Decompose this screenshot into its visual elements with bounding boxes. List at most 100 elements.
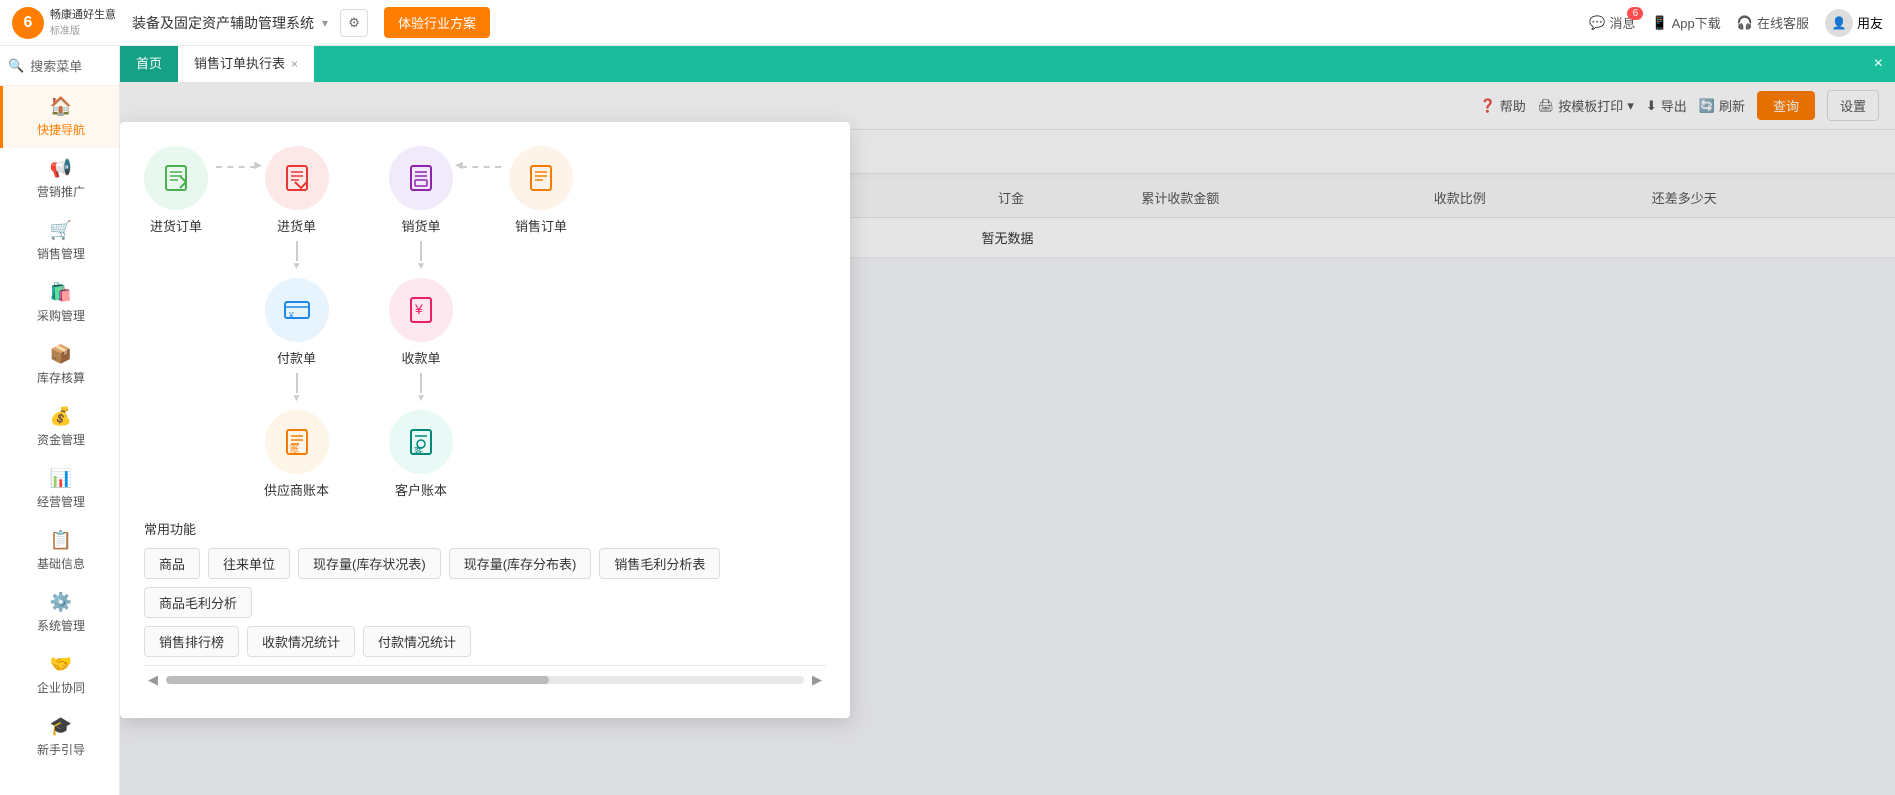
sidebar-item-inventory[interactable]: 📦 库存核算 bbox=[0, 334, 119, 396]
main-layout: 🔍 搜索菜单 🏠 快捷导航 📢 营销推广 🛒 销售管理 🛍️ 采购管理 📦 库存… bbox=[0, 46, 1895, 795]
func-btn-receipt-stat[interactable]: 收款情况统计 bbox=[247, 626, 355, 657]
sales-bill-circle bbox=[389, 146, 453, 210]
customer-ledger-label: 客户账本 bbox=[395, 480, 447, 499]
sidebar-item-marketing[interactable]: 📢 营销推广 bbox=[0, 148, 119, 210]
flow-diagram: 进货订单 ▶ bbox=[144, 146, 826, 499]
tab-bar-close-icon[interactable]: × bbox=[1862, 55, 1895, 73]
page-content: ❓ 帮助 🖨 按模板打印 ▾ ⬇ 导出 🔄 刷新 查询 设置 bbox=[120, 82, 1895, 795]
logo-text-line1: 畅康通好生意 bbox=[50, 8, 116, 22]
header-right: 💬 消息 6 📱 App下载 🎧 在线客服 👤 用友 bbox=[1589, 9, 1883, 37]
newbie-icon: 🎓 bbox=[50, 716, 72, 737]
func-btn-partner[interactable]: 往来单位 bbox=[208, 548, 290, 579]
top-header: 6 畅康通好生意 标准版 装备及固定资产辅助管理系统 ▾ ⚙ 体验行业方案 💬 … bbox=[0, 0, 1895, 46]
supplier-ledger-circle: 账 bbox=[265, 410, 329, 474]
arrow-v-4: ▼ bbox=[416, 367, 426, 410]
customer-ledger-circle: 客 bbox=[389, 410, 453, 474]
scroll-track[interactable] bbox=[166, 676, 804, 684]
user-label: 用友 bbox=[1857, 13, 1883, 32]
scroll-right-icon[interactable]: ▶ bbox=[808, 672, 826, 688]
func-btn-sales-profit[interactable]: 销售毛利分析表 bbox=[599, 548, 720, 579]
sales-bill-label: 销货单 bbox=[402, 216, 441, 235]
sales-order-circle bbox=[509, 146, 573, 210]
flow-node-receipt-bill[interactable]: ¥ 收款单 bbox=[389, 278, 453, 367]
sidebar-item-newbie[interactable]: 🎓 新手引导 bbox=[0, 706, 119, 768]
purchase-bill-icon bbox=[281, 162, 313, 194]
popup-overlay[interactable]: 进货订单 ▶ bbox=[120, 82, 1895, 795]
flow-node-customer-ledger[interactable]: 客 客户账本 bbox=[389, 410, 453, 499]
inventory-icon: 📦 bbox=[50, 344, 72, 365]
flow-node-sales-order[interactable]: 销售订单 bbox=[509, 146, 573, 235]
flow-col-1: 进货订单 bbox=[144, 146, 208, 235]
content-area: 首页 销售订单执行表 × × ❓ 帮助 🖨 按模板打印 ▾ bbox=[120, 46, 1895, 795]
func-btn-goods-profit[interactable]: 商品毛利分析 bbox=[144, 587, 252, 618]
payment-bill-icon: ¥ bbox=[281, 294, 313, 326]
flow-node-purchase-bill[interactable]: 进货单 bbox=[265, 146, 329, 235]
sidebar-item-label-finance: 资金管理 bbox=[37, 431, 85, 448]
flow-col-2: 进货单 ▼ bbox=[264, 146, 329, 499]
flow-node-payment-bill[interactable]: ¥ 付款单 bbox=[265, 278, 329, 367]
system-icon: ⚙️ bbox=[50, 592, 72, 613]
home-icon: 🏠 bbox=[50, 96, 72, 117]
purchase-bill-label: 进货单 bbox=[277, 216, 316, 235]
system-title-area: 装备及固定资产辅助管理系统 ▾ ⚙ 体验行业方案 bbox=[132, 7, 1589, 38]
sidebar-item-basic[interactable]: 📋 基础信息 bbox=[0, 520, 119, 582]
receipt-bill-circle: ¥ bbox=[389, 278, 453, 342]
sidebar-item-label-enterprise: 企业协同 bbox=[37, 679, 85, 696]
func-btn-stock-status[interactable]: 现存量(库存状况表) bbox=[298, 548, 441, 579]
sales-icon: 🛒 bbox=[50, 220, 72, 241]
phone-icon: 📱 bbox=[1651, 15, 1667, 31]
app-download-button[interactable]: 📱 App下载 bbox=[1651, 13, 1720, 32]
sidebar-item-operation[interactable]: 📊 经营管理 bbox=[0, 458, 119, 520]
flow-col-4: 销售订单 bbox=[509, 146, 573, 235]
sidebar-item-label-basic: 基础信息 bbox=[37, 555, 85, 572]
sidebar-item-sales[interactable]: 🛒 销售管理 bbox=[0, 210, 119, 272]
tab-close-icon[interactable]: × bbox=[291, 46, 298, 82]
flow-node-purchase-order[interactable]: 进货订单 bbox=[144, 146, 208, 235]
sidebar-item-label-newbie: 新手引导 bbox=[37, 741, 85, 758]
purchase-order-label: 进货订单 bbox=[150, 216, 202, 235]
func-btn-sales-rank[interactable]: 销售排行榜 bbox=[144, 626, 239, 657]
receipt-bill-icon: ¥ bbox=[405, 294, 437, 326]
func-buttons-row-2: 销售排行榜 收款情况统计 付款情况统计 bbox=[144, 626, 826, 657]
message-badge: 6 bbox=[1627, 7, 1643, 20]
user-area[interactable]: 👤 用友 bbox=[1825, 9, 1883, 37]
logo-icon: 6 bbox=[12, 7, 44, 39]
sidebar-item-system[interactable]: ⚙️ 系统管理 bbox=[0, 582, 119, 644]
online-service-button[interactable]: 🎧 在线客服 bbox=[1737, 13, 1809, 32]
search-menu-label: 搜索菜单 bbox=[30, 56, 82, 75]
supplier-ledger-icon: 账 bbox=[281, 426, 313, 458]
marketing-icon: 📢 bbox=[50, 158, 72, 179]
search-menu-button[interactable]: 🔍 搜索菜单 bbox=[0, 46, 119, 86]
popup-box: 进货订单 ▶ bbox=[120, 122, 850, 718]
sidebar-item-enterprise[interactable]: 🤝 企业协同 bbox=[0, 644, 119, 706]
tab-sales-order[interactable]: 销售订单执行表 × bbox=[178, 46, 314, 82]
func-btn-payment-stat[interactable]: 付款情况统计 bbox=[363, 626, 471, 657]
tab-home[interactable]: 首页 bbox=[120, 46, 178, 82]
sidebar-item-purchase[interactable]: 🛍️ 采购管理 bbox=[0, 272, 119, 334]
sidebar-item-finance[interactable]: 💰 资金管理 bbox=[0, 396, 119, 458]
logo-area: 6 畅康通好生意 标准版 bbox=[12, 7, 132, 39]
svg-text:¥: ¥ bbox=[414, 301, 423, 317]
sidebar-item-label-marketing: 营销推广 bbox=[37, 183, 85, 200]
purchase-bill-circle bbox=[265, 146, 329, 210]
sidebar-item-label-sales: 销售管理 bbox=[37, 245, 85, 262]
purchase-order-icon bbox=[160, 162, 192, 194]
sidebar-item-label-system: 系统管理 bbox=[37, 617, 85, 634]
operation-icon: 📊 bbox=[50, 468, 72, 489]
svg-text:¥: ¥ bbox=[288, 311, 294, 320]
sidebar-item-quick-nav[interactable]: 🏠 快捷导航 bbox=[0, 86, 119, 148]
finance-icon: 💰 bbox=[50, 406, 72, 427]
func-btn-goods[interactable]: 商品 bbox=[144, 548, 200, 579]
flow-node-supplier-ledger[interactable]: 账 供应商账本 bbox=[264, 410, 329, 499]
flow-node-sales-bill[interactable]: 销货单 bbox=[389, 146, 453, 235]
settings-icon[interactable]: ⚙ bbox=[340, 9, 368, 37]
supplier-ledger-label: 供应商账本 bbox=[264, 480, 329, 499]
try-button[interactable]: 体验行业方案 bbox=[384, 7, 490, 38]
sidebar-item-label-operation: 经营管理 bbox=[37, 493, 85, 510]
title-dropdown-icon[interactable]: ▾ bbox=[322, 16, 328, 30]
func-btn-stock-dist[interactable]: 现存量(库存分布表) bbox=[449, 548, 592, 579]
message-button[interactable]: 💬 消息 6 bbox=[1589, 13, 1635, 32]
common-funcs: 常用功能 商品 往来单位 现存量(库存状况表) 现存量(库存分布表) 销售毛利分… bbox=[144, 519, 826, 657]
scroll-left-icon[interactable]: ◀ bbox=[144, 672, 162, 688]
tab-active-label: 销售订单执行表 bbox=[194, 46, 285, 82]
